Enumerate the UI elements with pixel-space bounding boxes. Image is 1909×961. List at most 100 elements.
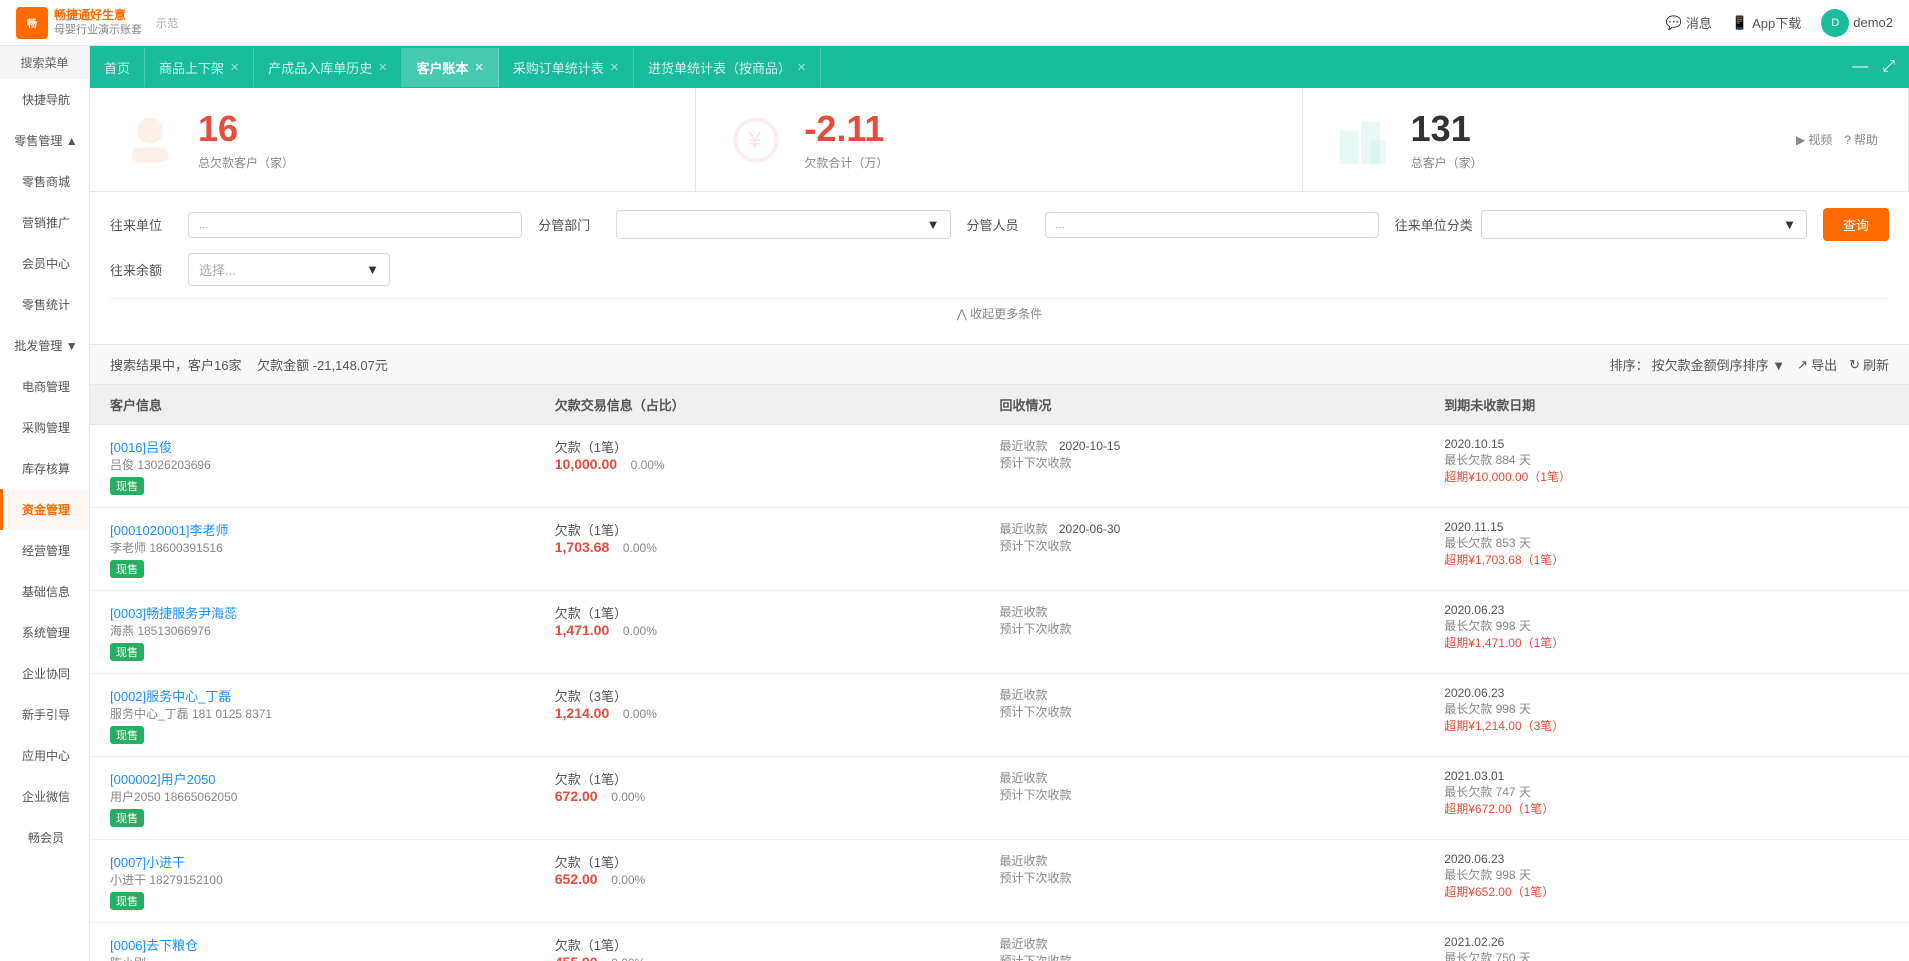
from-unit-input[interactable]: ... <box>188 212 522 238</box>
results-summary: 搜索结果中，客户16家 <box>110 358 241 373</box>
tab-expand-btn[interactable]: ⤢ <box>1878 54 1899 80</box>
table-row: [0001020001]李老师 李老师 18600391516 现售 欠款（1笔… <box>90 508 1909 591</box>
recovery-next-4: 预计下次收款 <box>1000 786 1445 803</box>
overdue-link-2[interactable]: 超期¥1,471.00（1笔） <box>1444 634 1889 651</box>
search-menu[interactable]: 搜索菜单 <box>0 46 89 79</box>
customer-link-6[interactable]: [0006]去下粮仓 <box>110 935 555 954</box>
customer-link-5[interactable]: [0007]小进干 <box>110 852 555 871</box>
person-input[interactable]: ... <box>1045 212 1379 238</box>
tab-customer-account-close[interactable]: ✕ <box>475 61 484 74</box>
refresh-icon: ↻ <box>1849 357 1860 373</box>
message-btn[interactable]: 💬 消息 <box>1666 13 1712 32</box>
overdue-link-0[interactable]: 超期¥10,000.00（1笔） <box>1444 468 1889 485</box>
tab-inbound-stats-close[interactable]: ✕ <box>797 61 806 74</box>
customer-link-2[interactable]: [0003]畅捷服务尹海蕊 <box>110 603 555 622</box>
debt-amount-1[interactable]: 1,703.68 <box>555 539 610 555</box>
member-label: 会员中心 <box>11 255 81 272</box>
tab-home[interactable]: 首页 <box>90 48 145 87</box>
refresh-btn[interactable]: ↻ 刷新 <box>1849 355 1889 374</box>
sidebar-item-member[interactable]: 会员中心 <box>0 243 89 284</box>
unit-category-label: 往来单位分类 <box>1395 215 1473 234</box>
customer-link-4[interactable]: [000002]用户2050 <box>110 769 555 788</box>
sidebar-item-retail-mgmt[interactable]: 零售管理 ▲ <box>0 120 89 161</box>
debt-amount-0[interactable]: 10,000.00 <box>555 456 617 472</box>
debt-info-4: 欠款（1笔） 672.00 0.00% <box>555 769 1000 804</box>
tab-minimize-btn[interactable]: — <box>1848 54 1872 80</box>
sidebar-item-purchase[interactable]: 采购管理 <box>0 407 89 448</box>
tab-product-history-close[interactable]: ✕ <box>378 61 387 74</box>
table-row: [0002]服务中心_丁磊 服务中心_丁磊 181 0125 8371 现售 欠… <box>90 674 1909 757</box>
sidebar-item-operations[interactable]: 经营管理 <box>0 530 89 571</box>
stat-card-actions: ▶ 视频 ? 帮助 <box>1796 131 1878 148</box>
recovery-last-0: 最近收款 2020-10-15 <box>1000 437 1445 454</box>
unit-category-select[interactable]: ▼ <box>1481 210 1807 239</box>
debt-customers-label: 总欠款客户（家） <box>198 154 294 171</box>
user-name: demo2 <box>1853 15 1893 30</box>
sidebar-item-finance[interactable]: 资金管理 <box>0 489 89 530</box>
video-action[interactable]: ▶ 视频 <box>1796 131 1832 148</box>
sort-label: 排序： 按欠款金额倒序排序 ▼ <box>1610 355 1786 374</box>
tab-product-listing[interactable]: 商品上下架 ✕ <box>145 48 254 87</box>
user-menu[interactable]: D demo2 <box>1821 9 1893 37</box>
sidebar-item-vip[interactable]: 畅会员 <box>0 817 89 858</box>
overdue-link-4[interactable]: 超期¥672.00（1笔） <box>1444 800 1889 817</box>
help-action[interactable]: ? 帮助 <box>1844 131 1878 148</box>
overdue-link-5[interactable]: 超期¥652.00（1笔） <box>1444 883 1889 900</box>
overdue-days-6: 最长欠款 750 天 <box>1444 949 1889 961</box>
tab-product-listing-close[interactable]: ✕ <box>230 61 239 74</box>
tab-bar: 首页 商品上下架 ✕ 产成品入库单历史 ✕ 客户账本 ✕ 采购订单统计表 ✕ 进… <box>90 46 1909 88</box>
tab-product-history[interactable]: 产成品入库单历史 ✕ <box>254 48 402 87</box>
sidebar-item-basic-info[interactable]: 基础信息 <box>0 571 89 612</box>
person-dots: ... <box>1056 219 1065 231</box>
customer-link-3[interactable]: [0002]服务中心_丁磊 <box>110 686 555 705</box>
debt-amount-3[interactable]: 1,214.00 <box>555 705 610 721</box>
sidebar-item-quick-nav[interactable]: 快捷导航 <box>0 79 89 120</box>
tab-inbound-stats[interactable]: 进货单统计表（按商品） ✕ <box>634 48 821 87</box>
app-download-btn[interactable]: 📱 App下载 <box>1732 13 1801 32</box>
collapse-row[interactable]: ⋀ 收起更多条件 <box>110 298 1889 328</box>
sidebar-item-inventory[interactable]: 库存核算 <box>0 448 89 489</box>
overdue-link-3[interactable]: 超期¥1,214.00（3笔） <box>1444 717 1889 734</box>
sidebar-item-retail-stats[interactable]: 零售统计 <box>0 284 89 325</box>
recovery-2: 最近收款 预计下次收款 <box>1000 603 1445 637</box>
sort-select[interactable]: 按欠款金额倒序排序 ▼ <box>1652 355 1785 374</box>
balance-select[interactable]: 选择... ▼ <box>188 253 390 286</box>
dept-arrow: ▼ <box>927 217 940 232</box>
sidebar-item-guide[interactable]: 新手引导 <box>0 694 89 735</box>
sidebar-item-system[interactable]: 系统管理 <box>0 612 89 653</box>
debt-amount-icon: ¥ <box>726 110 786 170</box>
recovery-next-3: 预计下次收款 <box>1000 703 1445 720</box>
debt-amount-4[interactable]: 672.00 <box>555 788 598 804</box>
debt-amount-2[interactable]: 1,471.00 <box>555 622 610 638</box>
sidebar-item-batch-mgmt[interactable]: 批发管理 ▼ <box>0 325 89 366</box>
query-button[interactable]: 查询 <box>1823 208 1889 241</box>
balance-arrow: ▼ <box>366 262 379 277</box>
overdue-link-1[interactable]: 超期¥1,703.68（1笔） <box>1444 551 1889 568</box>
sidebar-item-enterprise[interactable]: 企业协同 <box>0 653 89 694</box>
tab-purchase-stats-close[interactable]: ✕ <box>610 61 619 74</box>
sidebar-item-marketing[interactable]: 营销推广 <box>0 202 89 243</box>
sidebar-item-retail-mall[interactable]: 零售商城 <box>0 161 89 202</box>
stat-info-total-customers: 131 总客户（家） <box>1411 108 1483 171</box>
ecommerce-label: 电商管理 <box>11 378 81 395</box>
sidebar-item-apps[interactable]: 应用中心 <box>0 735 89 776</box>
from-unit-dots: ... <box>199 219 208 231</box>
dept-select[interactable]: ▼ <box>616 210 950 239</box>
tab-customer-account[interactable]: 客户账本 ✕ <box>402 48 498 87</box>
video-icon: ▶ <box>1796 133 1805 147</box>
debt-count-6: 欠款（1笔） <box>555 935 1000 954</box>
sidebar-item-ecommerce[interactable]: 电商管理 <box>0 366 89 407</box>
page-content: 16 总欠款客户（家） ¥ -2.11 欠款合计（万） <box>90 88 1909 961</box>
tab-purchase-stats[interactable]: 采购订单统计表 ✕ <box>499 48 634 87</box>
customer-link-1[interactable]: [0001020001]李老师 <box>110 520 555 539</box>
wechat-label: 企业微信 <box>11 788 81 805</box>
export-btn[interactable]: ↗ 导出 <box>1797 355 1837 374</box>
total-customers-label: 总客户（家） <box>1411 154 1483 171</box>
debt-amount-5[interactable]: 652.00 <box>555 871 598 887</box>
customer-link-0[interactable]: [0016]吕俊 <box>110 437 555 456</box>
customer-sub-1: 李老师 18600391516 <box>110 539 555 556</box>
debt-amount-6[interactable]: 455.90 <box>555 954 598 961</box>
overdue-4: 2021.03.01 最长欠款 747 天 超期¥672.00（1笔） <box>1444 769 1889 817</box>
sidebar-item-wechat[interactable]: 企业微信 <box>0 776 89 817</box>
table-row: [0006]去下粮仓 陈小刚 现售 欠款（1笔） 455.90 0.00% 最近… <box>90 923 1909 961</box>
